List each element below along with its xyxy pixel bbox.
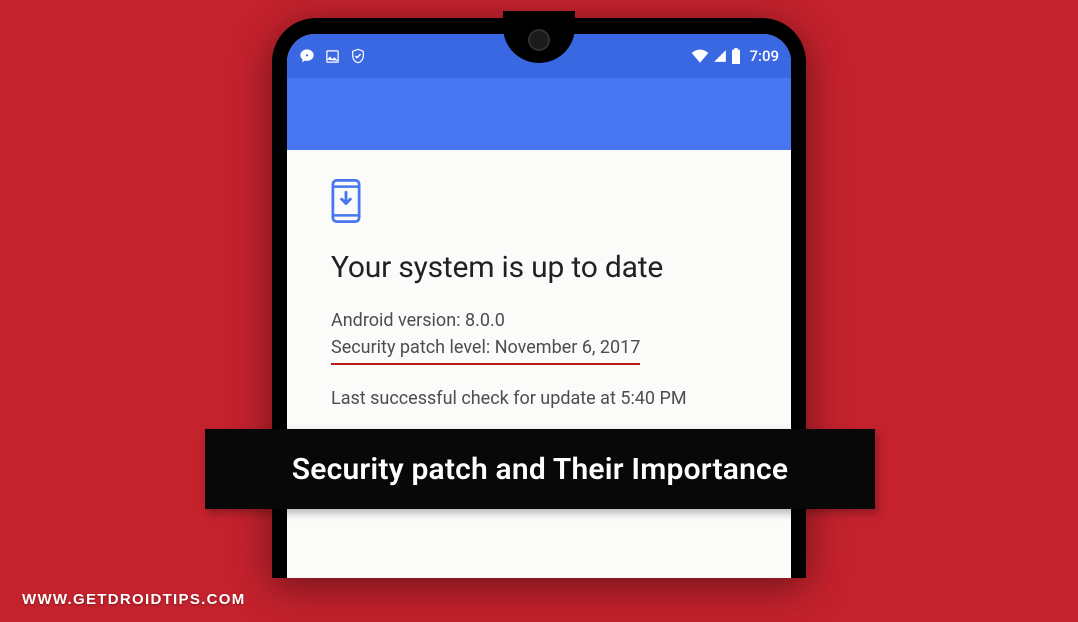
android-version-label: Android version:	[331, 310, 461, 331]
highlight-underline	[331, 363, 640, 366]
security-patch-row: Security patch level: November 6, 2017	[331, 334, 761, 361]
wifi-icon	[691, 49, 709, 63]
app-header	[287, 78, 791, 150]
photo-icon	[325, 49, 340, 64]
battery-icon	[731, 48, 741, 64]
caption-bar: Security patch and Their Importance	[205, 429, 875, 509]
front-camera	[528, 29, 550, 51]
caption-text: Security patch and Their Importance	[292, 452, 788, 487]
signal-icon	[713, 49, 727, 63]
status-left	[299, 48, 366, 64]
security-patch-label: Security patch level:	[331, 337, 490, 358]
last-check-row: Last successful check for update at 5:40…	[331, 385, 761, 412]
clock-time: 7:09	[749, 47, 779, 65]
chat-icon	[299, 48, 315, 64]
update-content: Your system is up to date Android versio…	[287, 150, 791, 476]
status-right: 7:09	[691, 47, 779, 65]
security-patch-value: November 6, 2017	[495, 337, 641, 358]
system-update-icon	[331, 178, 361, 222]
watermark: WWW.GETDROIDTIPS.COM	[22, 591, 245, 608]
update-heading: Your system is up to date	[331, 250, 761, 285]
android-version-value: 8.0.0	[465, 310, 505, 331]
shield-check-icon	[350, 48, 366, 64]
android-version-row: Android version: 8.0.0	[331, 307, 761, 334]
